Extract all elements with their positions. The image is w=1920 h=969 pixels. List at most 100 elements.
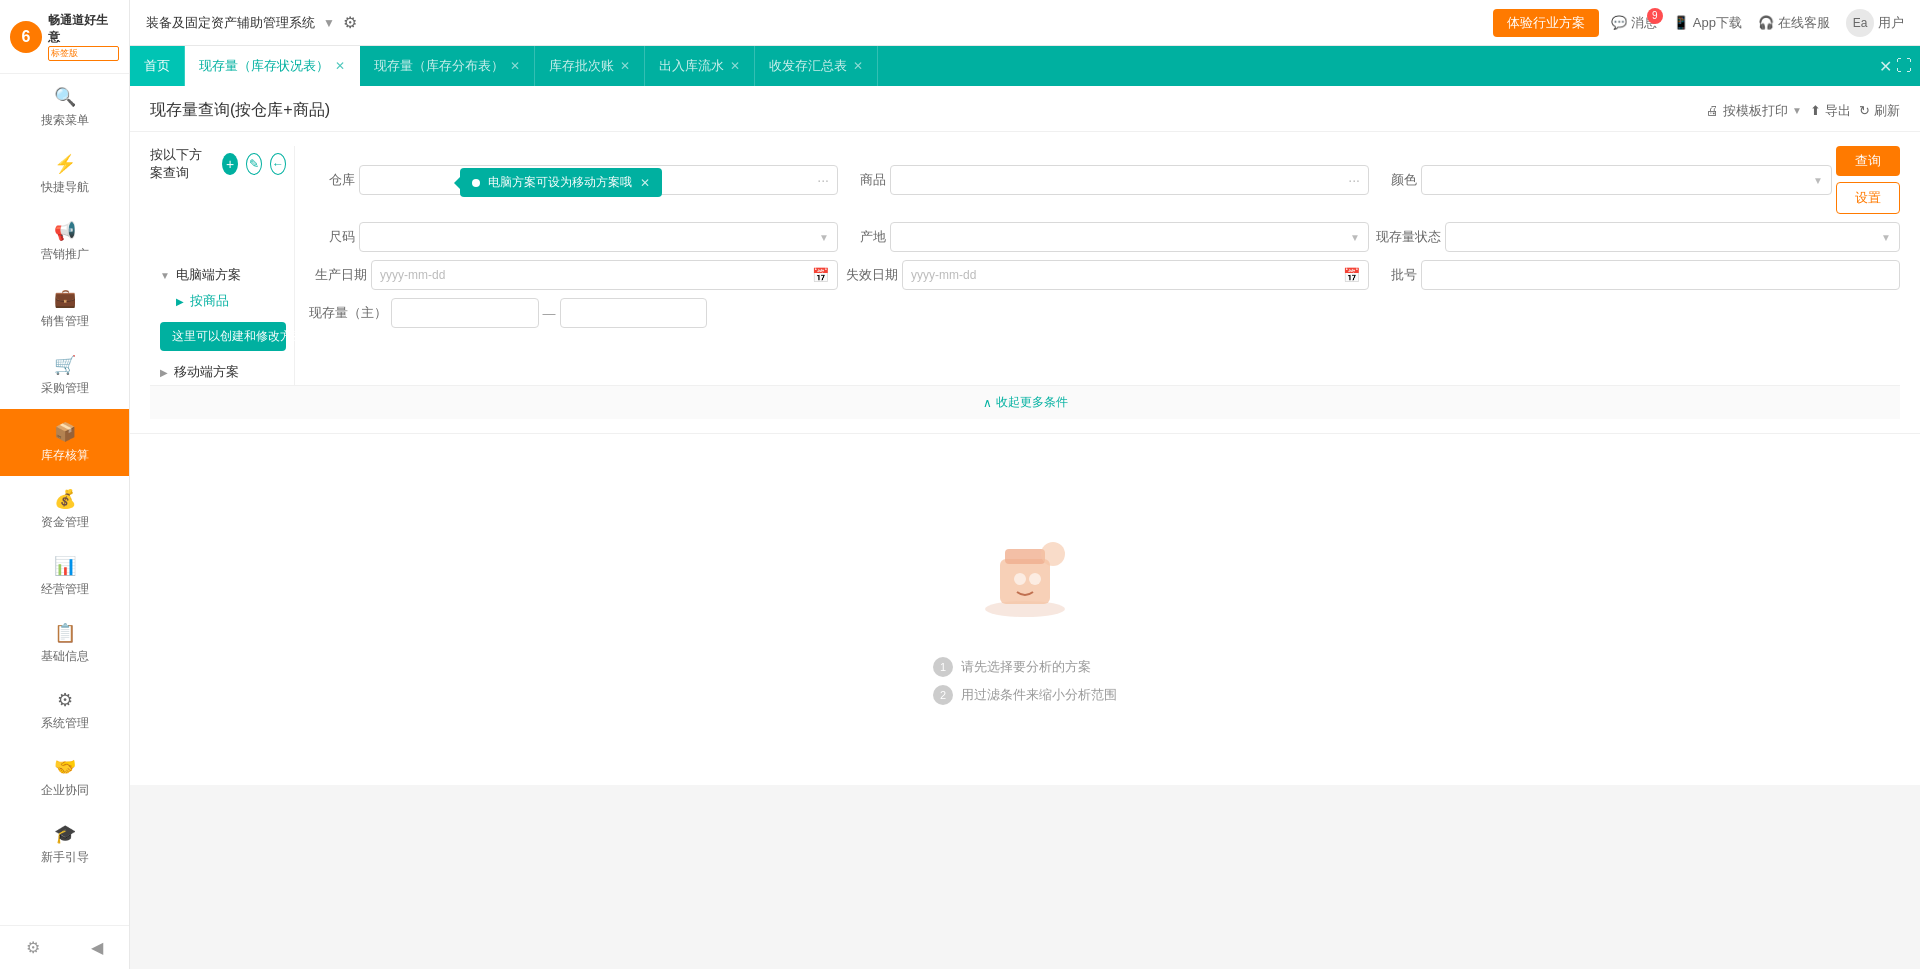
tooltip-dot-indicator bbox=[472, 179, 480, 187]
sidebar-item-search[interactable]: 🔍 搜索菜单 bbox=[0, 74, 129, 141]
scheme-panel: 按以下方案查询 + ✎ ← 电脑方案可设为移动方案哦 ✕ bbox=[150, 146, 295, 385]
tab-close-inventory-dist[interactable]: ✕ bbox=[510, 59, 520, 73]
operation-icon: 📊 bbox=[54, 555, 76, 577]
svg-rect-2 bbox=[1005, 549, 1045, 564]
size-select[interactable]: ▼ bbox=[359, 222, 838, 252]
empty-svg-icon bbox=[965, 514, 1085, 634]
page-header: 现存量查询(按仓库+商品) 🖨 按模板打印 ▼ ⬆ 导出 ↻ 刷新 bbox=[130, 86, 1920, 132]
stock-main-to-input[interactable] bbox=[560, 298, 708, 328]
export-btn[interactable]: ⬆ 导出 bbox=[1810, 102, 1851, 120]
sidebar-item-basic[interactable]: 📋 基础信息 bbox=[0, 610, 129, 677]
empty-step-2: 2 用过滤条件来缩小分析范围 bbox=[933, 685, 1117, 705]
produce-date-input[interactable]: yyyy-mm-dd 📅 bbox=[371, 260, 838, 290]
tab-close-flow[interactable]: ✕ bbox=[730, 59, 740, 73]
stock-status-select[interactable]: ▼ bbox=[1445, 222, 1900, 252]
sidebar-item-finance[interactable]: 💰 资金管理 bbox=[0, 476, 129, 543]
search-btn[interactable]: 查询 bbox=[1836, 146, 1900, 176]
export-icon: ⬆ bbox=[1810, 103, 1821, 118]
pc-scheme-items: ▶ 按商品 bbox=[160, 288, 286, 314]
topbar-app-download[interactable]: 📱 App下载 bbox=[1673, 14, 1742, 32]
print-btn[interactable]: 🖨 按模板打印 ▼ bbox=[1706, 102, 1802, 120]
expire-date-input[interactable]: yyyy-mm-dd 📅 bbox=[902, 260, 1369, 290]
empty-state: 1 请先选择要分析的方案 2 用过滤条件来缩小分析范围 bbox=[130, 434, 1920, 785]
sidebar-item-guide[interactable]: 🎓 新手引导 bbox=[0, 811, 129, 878]
stock-main-from-input[interactable] bbox=[391, 298, 539, 328]
stock-status-dropdown-arrow: ▼ bbox=[1881, 232, 1891, 243]
pc-tree-arrow: ▼ bbox=[160, 270, 170, 281]
scheme-tooltip-close[interactable]: ✕ bbox=[640, 176, 650, 190]
refresh-btn[interactable]: ↻ 刷新 bbox=[1859, 102, 1900, 120]
tabbar: 首页 现存量（库存状况表） ✕ 现存量（库存分布表） ✕ 库存批次账 ✕ 出入库… bbox=[130, 46, 1920, 86]
origin-select[interactable]: ▼ bbox=[890, 222, 1369, 252]
edit-scheme-btn[interactable]: ✎ bbox=[246, 153, 262, 175]
add-scheme-btn[interactable]: + bbox=[222, 153, 238, 175]
tab-close-batch-account[interactable]: ✕ bbox=[620, 59, 630, 73]
tab-flow[interactable]: 出入库流水 ✕ bbox=[645, 46, 755, 86]
sidebar-item-purchase[interactable]: 🛒 采购管理 bbox=[0, 342, 129, 409]
scheme-item-goods[interactable]: ▶ 按商品 bbox=[176, 288, 286, 314]
stock-status-label: 现存量状态 bbox=[1369, 228, 1441, 246]
app-dropdown-arrow[interactable]: ▼ bbox=[323, 16, 335, 30]
purchase-icon: 🛒 bbox=[54, 354, 76, 376]
tab-close-summary[interactable]: ✕ bbox=[853, 59, 863, 73]
tabbar-close-all-btn[interactable]: ✕ bbox=[1879, 57, 1892, 76]
logo-icon: 6 bbox=[10, 21, 42, 53]
sidebar-settings-icon[interactable]: ⚙ bbox=[26, 938, 40, 957]
sales-icon: 💼 bbox=[54, 287, 76, 309]
filter-top-controls: 按以下方案查询 + ✎ ← bbox=[150, 146, 286, 182]
scheme-tooltip: 电脑方案可设为移动方案哦 ✕ bbox=[460, 168, 662, 197]
reset-btn[interactable]: 设置 bbox=[1836, 182, 1900, 214]
sidebar-item-sales[interactable]: 💼 销售管理 bbox=[0, 275, 129, 342]
origin-label: 产地 bbox=[838, 228, 886, 246]
color-select[interactable]: ▼ bbox=[1421, 165, 1832, 195]
filter-row-expire-date: 失效日期 yyyy-mm-dd 📅 bbox=[838, 260, 1369, 290]
goods-label: 商品 bbox=[838, 171, 886, 189]
back-btn[interactable]: ← bbox=[270, 153, 286, 175]
sidebar-item-marketing[interactable]: 📢 营销推广 bbox=[0, 208, 129, 275]
sidebar-item-inventory[interactable]: 📦 库存核算 bbox=[0, 409, 129, 476]
tab-inventory-dist[interactable]: 现存量（库存分布表） ✕ bbox=[360, 46, 535, 86]
goods-input[interactable]: ··· bbox=[890, 165, 1369, 195]
collapse-more-bar[interactable]: ∧ 收起更多条件 bbox=[150, 385, 1900, 419]
page-title: 现存量查询(按仓库+商品) bbox=[150, 100, 330, 121]
tabbar-actions: ✕ ⛶ bbox=[1871, 46, 1920, 86]
app-name-area: 装备及固定资产辅助管理系统 ▼ ⚙ bbox=[146, 13, 1481, 32]
filter-row-origin: 产地 ▼ bbox=[838, 222, 1369, 252]
message-badge: 9 bbox=[1647, 8, 1663, 24]
trial-btn[interactable]: 体验行业方案 bbox=[1493, 9, 1599, 37]
user-avatar: Ea bbox=[1846, 9, 1874, 37]
scheme-tree-pc[interactable]: ▼ 电脑端方案 bbox=[160, 262, 286, 288]
tab-close-inventory-status[interactable]: ✕ bbox=[335, 59, 345, 73]
enterprise-icon: 🤝 bbox=[54, 756, 76, 778]
topbar-online-support[interactable]: 🎧 在线客服 bbox=[1758, 14, 1830, 32]
print-dropdown-arrow: ▼ bbox=[1792, 105, 1802, 116]
phone-icon: 📱 bbox=[1673, 15, 1689, 30]
scheme-edit-tooltip: 这里可以创建和修改方案哦 ✕ bbox=[160, 322, 286, 351]
tab-summary[interactable]: 收发存汇总表 ✕ bbox=[755, 46, 878, 86]
scheme-tree-mobile[interactable]: ▶ 移动端方案 bbox=[160, 359, 286, 385]
page-actions: 🖨 按模板打印 ▼ ⬆ 导出 ↻ 刷新 bbox=[1706, 102, 1900, 120]
logo-text: 畅通道好生意 标签版 bbox=[48, 12, 119, 61]
sidebar-collapse-icon[interactable]: ◀ bbox=[91, 938, 103, 957]
expire-date-label: 失效日期 bbox=[838, 266, 898, 284]
tab-inventory-status[interactable]: 现存量（库存状况表） ✕ bbox=[185, 46, 360, 86]
filter-area: 按以下方案查询 + ✎ ← 电脑方案可设为移动方案哦 ✕ bbox=[130, 132, 1920, 434]
system-icon: ⚙ bbox=[57, 689, 73, 711]
sidebar-item-operation[interactable]: 📊 经营管理 bbox=[0, 543, 129, 610]
sidebar-item-quick-nav[interactable]: ⚡ 快捷导航 bbox=[0, 141, 129, 208]
sidebar-item-system[interactable]: ⚙ 系统管理 bbox=[0, 677, 129, 744]
batch-input[interactable] bbox=[1421, 260, 1900, 290]
topbar-user[interactable]: Ea 用户 bbox=[1846, 9, 1904, 37]
produce-date-calendar-icon: 📅 bbox=[812, 267, 829, 283]
step-1-num: 1 bbox=[933, 657, 953, 677]
scheme-edit-tooltip-close[interactable]: ✕ bbox=[324, 330, 334, 344]
tab-home[interactable]: 首页 bbox=[130, 46, 185, 86]
topbar-settings-icon[interactable]: ⚙ bbox=[343, 13, 357, 32]
topbar-message[interactable]: 💬 消息 9 bbox=[1611, 14, 1657, 32]
step-2-num: 2 bbox=[933, 685, 953, 705]
tab-batch-account[interactable]: 库存批次账 ✕ bbox=[535, 46, 645, 86]
collapse-arrow-up: ∧ bbox=[983, 396, 992, 410]
tabbar-expand-btn[interactable]: ⛶ bbox=[1896, 57, 1912, 75]
content-inner: 现存量查询(按仓库+商品) 🖨 按模板打印 ▼ ⬆ 导出 ↻ 刷新 bbox=[130, 86, 1920, 785]
sidebar-item-enterprise[interactable]: 🤝 企业协同 bbox=[0, 744, 129, 811]
